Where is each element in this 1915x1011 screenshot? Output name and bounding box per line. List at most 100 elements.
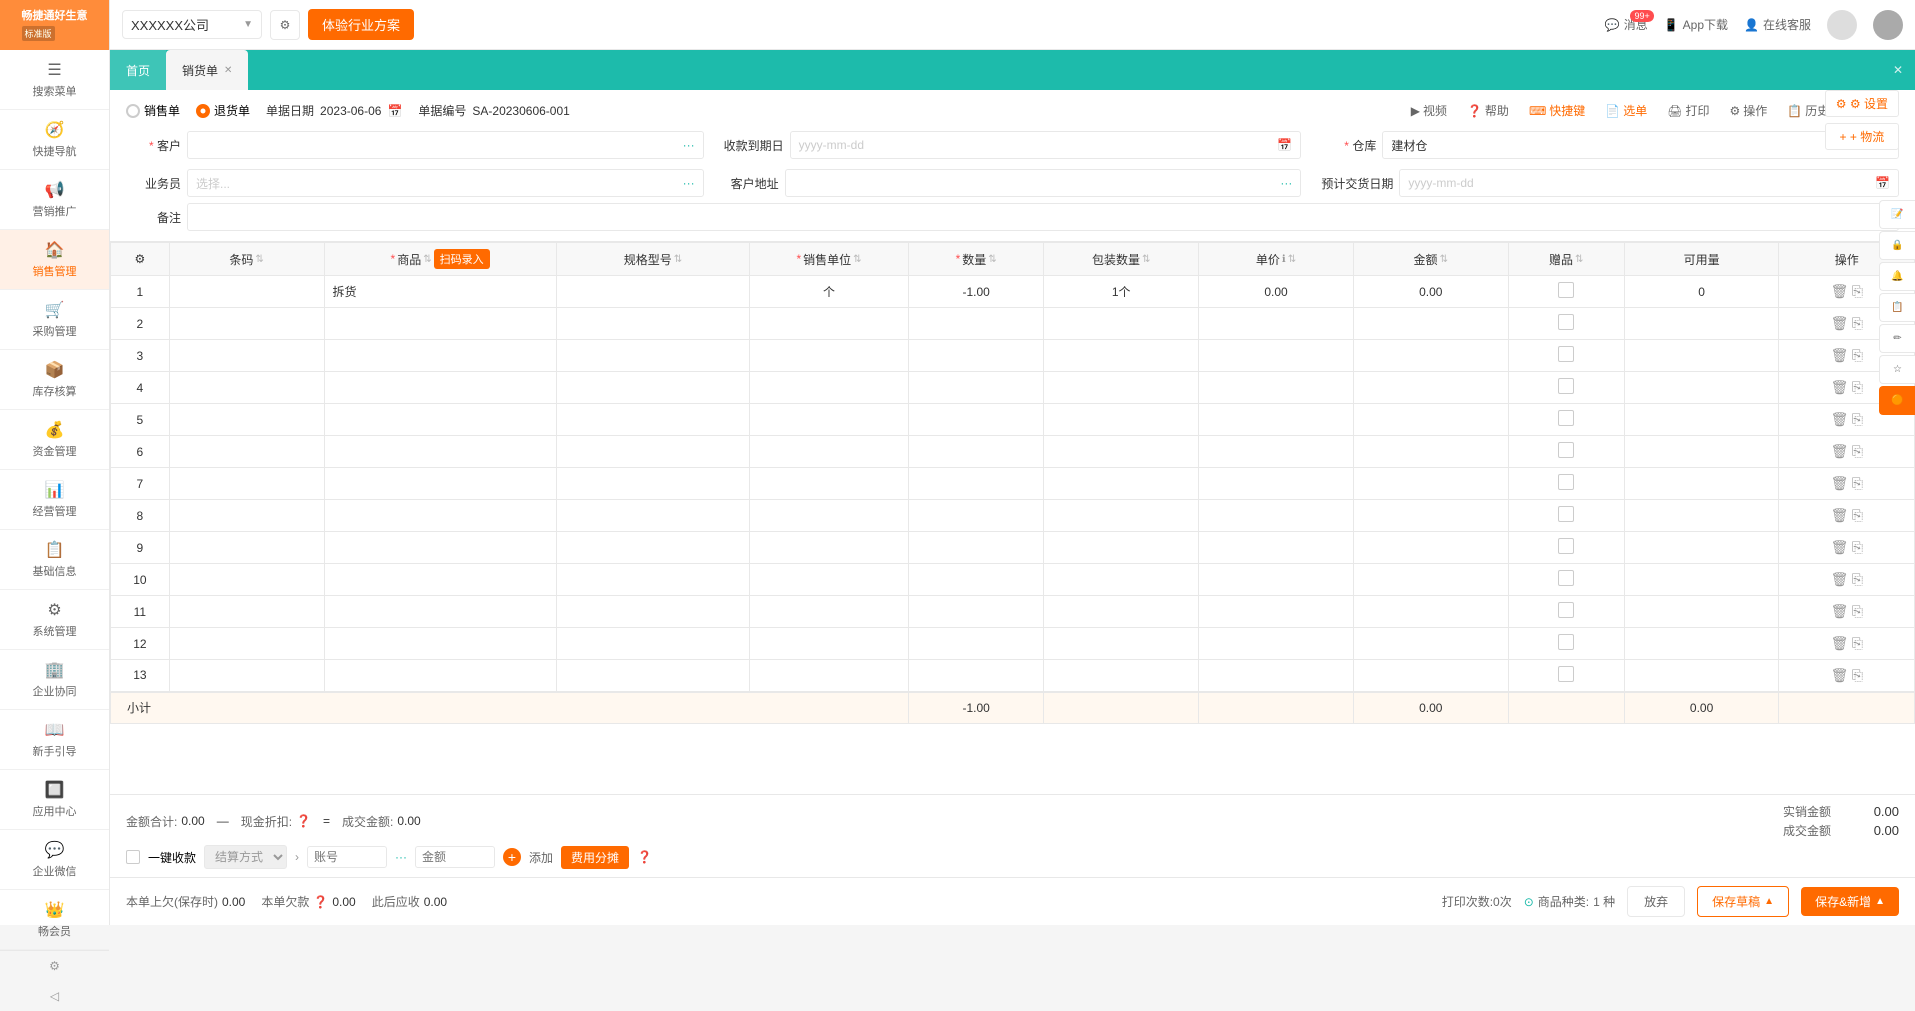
- sidebar-item-basic[interactable]: 📋 基础信息: [0, 530, 109, 590]
- cell-amount-5[interactable]: [1353, 436, 1508, 468]
- cell-pack-9[interactable]: [1044, 564, 1199, 596]
- cell-spec-10[interactable]: [556, 596, 749, 628]
- cell-product-8[interactable]: [324, 532, 556, 564]
- cell-spec-7[interactable]: [556, 500, 749, 532]
- discount-help-icon[interactable]: ❓: [296, 814, 311, 828]
- gift-checkbox-9[interactable]: [1558, 570, 1574, 586]
- cell-pack-11[interactable]: [1044, 628, 1199, 660]
- sidebar-item-inventory[interactable]: 📦 库存核算: [0, 350, 109, 410]
- delete-row-icon-12[interactable]: 🗑: [1831, 667, 1849, 683]
- cell-amount-8[interactable]: [1353, 532, 1508, 564]
- cell-product-11[interactable]: [324, 628, 556, 660]
- price-sort-icon[interactable]: ⇅: [1288, 254, 1296, 265]
- settings-button[interactable]: ⚙ ⚙ 设置: [1825, 90, 1899, 117]
- cell-amount-2[interactable]: [1353, 340, 1508, 372]
- cell-qty-9[interactable]: [908, 564, 1043, 596]
- tab-home[interactable]: 首页: [110, 50, 166, 90]
- product-count-icon[interactable]: ⊙: [1524, 895, 1534, 909]
- delete-row-icon-11[interactable]: 🗑: [1831, 635, 1849, 651]
- cell-gift-3[interactable]: [1508, 372, 1624, 404]
- company-selector[interactable]: XXXXXX公司 ▼: [122, 10, 262, 39]
- cell-gift-11[interactable]: [1508, 628, 1624, 660]
- sidebar-item-operations[interactable]: 📊 经营管理: [0, 470, 109, 530]
- side-btn-4[interactable]: 📋: [1879, 293, 1915, 322]
- cell-price-7[interactable]: [1199, 500, 1354, 532]
- cell-unit-0[interactable]: 个: [750, 276, 909, 308]
- gift-checkbox-8[interactable]: [1558, 538, 1574, 554]
- side-btn-2[interactable]: 🔒: [1879, 231, 1915, 260]
- cell-spec-0[interactable]: [556, 276, 749, 308]
- tab-close-icon[interactable]: ✕: [224, 65, 232, 76]
- copy-row-icon-8[interactable]: ⎘: [1852, 539, 1863, 555]
- delete-row-icon-0[interactable]: 🗑: [1831, 283, 1849, 299]
- amount-input[interactable]: [415, 846, 495, 868]
- cell-qty-3[interactable]: [908, 372, 1043, 404]
- expected-date-input[interactable]: yyyy-mm-dd 📅: [1399, 169, 1899, 197]
- cell-product-10[interactable]: [324, 596, 556, 628]
- cell-gift-2[interactable]: [1508, 340, 1624, 372]
- price-info-icon[interactable]: ℹ: [1282, 254, 1286, 265]
- cell-gift-10[interactable]: [1508, 596, 1624, 628]
- cell-qty-11[interactable]: [908, 628, 1043, 660]
- gift-sort-icon[interactable]: ⇅: [1575, 254, 1583, 265]
- sidebar-item-wechat[interactable]: 💬 企业微信: [0, 830, 109, 890]
- customer-input[interactable]: ···: [187, 131, 704, 159]
- cell-price-2[interactable]: [1199, 340, 1354, 372]
- cell-amount-1[interactable]: [1353, 308, 1508, 340]
- cell-qty-7[interactable]: [908, 500, 1043, 532]
- payment-date-input[interactable]: yyyy-mm-dd 📅: [790, 131, 1302, 159]
- copy-row-icon-4[interactable]: ⎘: [1852, 411, 1863, 427]
- copy-row-icon-12[interactable]: ⎘: [1852, 667, 1863, 683]
- actions-btn[interactable]: ⚙ 操作: [1724, 100, 1774, 121]
- payment-method-select[interactable]: 结算方式: [204, 845, 287, 869]
- cell-unit-8[interactable]: [750, 532, 909, 564]
- cell-barcode-6[interactable]: [169, 468, 324, 500]
- cell-spec-9[interactable]: [556, 564, 749, 596]
- cell-spec-12[interactable]: [556, 660, 749, 692]
- side-btn-7[interactable]: 🟠: [1879, 386, 1915, 415]
- cell-barcode-11[interactable]: [169, 628, 324, 660]
- cell-spec-5[interactable]: [556, 436, 749, 468]
- amount-sort-icon[interactable]: ⇅: [1440, 254, 1448, 265]
- cell-qty-1[interactable]: [908, 308, 1043, 340]
- cell-barcode-12[interactable]: [169, 660, 324, 692]
- cell-unit-7[interactable]: [750, 500, 909, 532]
- qty-sort-icon[interactable]: ⇅: [988, 254, 996, 265]
- side-btn-6[interactable]: ☆: [1879, 355, 1915, 384]
- cell-pack-0[interactable]: 1个: [1044, 276, 1199, 308]
- cell-barcode-2[interactable]: [169, 340, 324, 372]
- cell-qty-12[interactable]: [908, 660, 1043, 692]
- cell-product-4[interactable]: [324, 404, 556, 436]
- gift-checkbox-3[interactable]: [1558, 378, 1574, 394]
- cell-spec-3[interactable]: [556, 372, 749, 404]
- copy-row-icon-10[interactable]: ⎘: [1852, 603, 1863, 619]
- online-service-button[interactable]: 👤 在线客服: [1744, 16, 1811, 33]
- sidebar-settings-btn[interactable]: ⚙: [0, 951, 109, 981]
- one-click-payment-checkbox[interactable]: [126, 850, 140, 864]
- sidebar-item-purchase[interactable]: 🛒 采购管理: [0, 290, 109, 350]
- cell-price-0[interactable]: 0.00: [1199, 276, 1354, 308]
- sidebar-item-guide[interactable]: 📖 新手引导: [0, 710, 109, 770]
- cell-amount-4[interactable]: [1353, 404, 1508, 436]
- overdue-help-icon[interactable]: ❓: [313, 895, 328, 909]
- cell-unit-9[interactable]: [750, 564, 909, 596]
- pack-sort-icon[interactable]: ⇅: [1142, 254, 1150, 265]
- copy-row-icon-2[interactable]: ⎘: [1852, 347, 1863, 363]
- cell-product-12[interactable]: [324, 660, 556, 692]
- cell-price-10[interactable]: [1199, 596, 1354, 628]
- cell-gift-7[interactable]: [1508, 500, 1624, 532]
- help-btn[interactable]: ❓ 帮助: [1461, 100, 1515, 121]
- cell-amount-9[interactable]: [1353, 564, 1508, 596]
- copy-row-icon-7[interactable]: ⎘: [1852, 507, 1863, 523]
- shortcut-btn[interactable]: ⌨ 快捷键: [1523, 100, 1591, 121]
- cell-qty-0[interactable]: -1.00: [908, 276, 1043, 308]
- gift-checkbox-11[interactable]: [1558, 634, 1574, 650]
- delete-row-icon-7[interactable]: 🗑: [1831, 507, 1849, 523]
- cell-barcode-5[interactable]: [169, 436, 324, 468]
- sidebar-item-marketing[interactable]: 📢 营销推广: [0, 170, 109, 230]
- cell-product-7[interactable]: [324, 500, 556, 532]
- cell-gift-6[interactable]: [1508, 468, 1624, 500]
- cell-price-8[interactable]: [1199, 532, 1354, 564]
- cell-qty-8[interactable]: [908, 532, 1043, 564]
- cell-pack-2[interactable]: [1044, 340, 1199, 372]
